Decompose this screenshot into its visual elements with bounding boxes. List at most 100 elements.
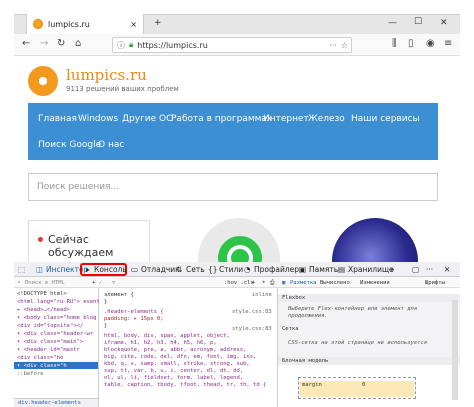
- menu-item-internet[interactable]: Интернет: [263, 114, 309, 124]
- add-node-icon[interactable]: +: [92, 280, 95, 286]
- minimize-button[interactable]: —: [388, 18, 397, 28]
- site-brand[interactable]: lumpics.ru: [66, 66, 147, 84]
- margin-top-value[interactable]: 0: [362, 382, 365, 388]
- new-tab-button[interactable]: +: [154, 18, 162, 28]
- html-line[interactable]: <div class="ho: [17, 355, 63, 361]
- tab-console[interactable]: Консоль: [94, 265, 127, 274]
- element-picker-icon[interactable]: ⬚: [18, 265, 25, 274]
- css-line[interactable]: padding: ▸ 15px 0;: [104, 316, 164, 322]
- css-pseudo-toggle[interactable]: :hov .cls: [224, 280, 254, 286]
- menu-item-other-os[interactable]: Другие ОС: [122, 114, 172, 124]
- html-line[interactable]: ▾ <div class="header-wr: [17, 331, 93, 337]
- page-actions-icon[interactable]: ···: [329, 41, 337, 50]
- add-rule-icon[interactable]: +: [252, 280, 255, 286]
- css-line[interactable]: ol, ul, li, fieldset, form, label, legen…: [104, 375, 243, 381]
- css-line[interactable]: kbd, q, s, samp, small, strike, strong, …: [104, 361, 250, 367]
- more-tabs-icon[interactable]: »: [390, 265, 395, 274]
- tab-changes[interactable]: Изменения: [360, 280, 390, 286]
- maximize-button[interactable]: ☐: [414, 17, 422, 27]
- css-line[interactable]: blockquote, pre, a, abbr, acronym, addre…: [104, 347, 246, 353]
- site-menu: Главная Windows Другие ОС Работа в прогр…: [28, 103, 438, 160]
- forward-arrow-icon[interactable]: →: [40, 38, 48, 49]
- info-icon[interactable]: ⓘ: [117, 40, 125, 51]
- css-line[interactable]: элемент {: [104, 292, 134, 298]
- css-filter-icon[interactable]: ▽: [112, 280, 115, 286]
- html-search-input[interactable]: Поиск в HTML: [25, 280, 65, 286]
- css-line[interactable]: table, caption, tbody, tfoot, thead, tr,…: [104, 382, 266, 388]
- light-dark-icon[interactable]: ☀: [262, 280, 265, 286]
- html-line[interactable]: <!DOCTYPE html>: [17, 291, 67, 297]
- memory-tab-icon[interactable]: ▣: [299, 265, 306, 274]
- html-line[interactable]: ▾ <div class="main">: [17, 339, 83, 345]
- css-line[interactable]: big, cite, code, del, dfn, em, font, img…: [104, 354, 256, 360]
- html-line[interactable]: <div id="topsite"></: [17, 323, 83, 329]
- tab-storage[interactable]: Хранилище: [348, 265, 394, 274]
- tab-close-icon[interactable]: ×: [130, 20, 137, 29]
- dock-icon[interactable]: ▢: [412, 265, 419, 274]
- profiler-tab-icon[interactable]: ◔: [244, 265, 251, 274]
- hamburger-menu-icon[interactable]: ≡: [444, 38, 452, 49]
- html-line[interactable]: ▸ <head>…</head>: [17, 307, 70, 313]
- css-source-inline[interactable]: inline: [252, 292, 272, 298]
- tab-layout[interactable]: Разметка: [290, 280, 317, 286]
- layout-pane-scrollbar[interactable]: [452, 300, 458, 400]
- home-icon[interactable]: ⌂: [75, 38, 81, 49]
- html-line[interactable]: ▾ <body class="home blog: [17, 315, 96, 321]
- tab-memory[interactable]: Память: [309, 265, 338, 274]
- html-line[interactable]: ▾ <header id="mastr: [17, 347, 80, 353]
- flexbox-title[interactable]: Flexbox: [282, 295, 305, 301]
- styles-tab-icon[interactable]: {}: [208, 265, 218, 274]
- tab-fonts[interactable]: Шрифты: [425, 280, 445, 286]
- breadcrumb[interactable]: div.header-elements: [18, 400, 81, 406]
- close-window-button[interactable]: ✕: [440, 18, 448, 28]
- html-line[interactable]: ::before: [17, 371, 44, 377]
- site-search-input[interactable]: Поиск решения...: [28, 173, 438, 201]
- orange-logo-icon[interactable]: [28, 66, 58, 96]
- print-icon[interactable]: ⎙: [270, 280, 274, 287]
- menu-item-programs[interactable]: Работа в программах: [171, 114, 272, 124]
- card-title[interactable]: Сейчас обсуждаем: [48, 233, 138, 259]
- bookmark-star-icon[interactable]: ☆: [341, 41, 348, 50]
- tab-network[interactable]: Сеть: [186, 265, 205, 274]
- eyedropper-icon[interactable]: ⁄: [100, 280, 101, 286]
- tab-computed[interactable]: Вычислено: [320, 280, 350, 286]
- reload-icon[interactable]: ↻: [57, 38, 65, 49]
- console-tab-icon[interactable]: ▸: [86, 265, 90, 274]
- css-line[interactable]: iframe, h1, h2, h3, h4, h5, h6, p,: [104, 340, 217, 346]
- tab-profiler[interactable]: Профайлер: [254, 265, 299, 274]
- layout-tab-icon[interactable]: ▣: [282, 280, 285, 286]
- inspector-tab-icon[interactable]: ◫: [36, 265, 43, 274]
- browser-tab[interactable]: lumpics.ru ×: [26, 14, 144, 34]
- storage-tab-icon[interactable]: ▤: [338, 265, 345, 274]
- network-tab-icon[interactable]: ⇅: [176, 265, 182, 274]
- boxmodel-title[interactable]: Блочная модель: [282, 358, 328, 364]
- tab-debugger[interactable]: Отладчик: [141, 265, 180, 274]
- menu-item-services[interactable]: Наши сервисы: [351, 114, 420, 124]
- tab-styles[interactable]: Стили: [219, 265, 243, 274]
- address-bar[interactable]: ⓘ 🔒︎ https://lumpics.ru ··· ☆: [112, 37, 352, 53]
- library-icon[interactable]: ⫼: [392, 38, 397, 49]
- css-line[interactable]: html, body, div, span, applet, object,: [104, 333, 230, 339]
- pane-divider-left[interactable]: [98, 288, 99, 407]
- grid-message: CSS-сетка на этой странице не использует…: [288, 340, 428, 346]
- css-source-file[interactable]: style.css:83: [232, 326, 272, 332]
- menu-item-home[interactable]: Главная: [38, 114, 77, 124]
- css-line[interactable]: .header-elements {: [104, 309, 164, 315]
- grid-title[interactable]: Сетка: [282, 326, 299, 332]
- menu-item-about[interactable]: О нас: [98, 140, 124, 150]
- menu-item-hardware[interactable]: Железо: [308, 114, 345, 124]
- menu-item-google-search[interactable]: Поиск Google: [38, 140, 101, 150]
- html-line[interactable]: <html lang="ru-RU"> event: [17, 299, 100, 305]
- back-arrow-icon[interactable]: ←: [22, 38, 30, 49]
- url-text[interactable]: https://lumpics.ru: [137, 41, 208, 50]
- menu-item-windows[interactable]: Windows: [78, 114, 118, 124]
- css-source-file[interactable]: style.css:83: [232, 309, 272, 315]
- devtools-close-icon[interactable]: ✕: [444, 265, 450, 274]
- account-icon[interactable]: ◉: [426, 38, 435, 49]
- html-line-selected[interactable]: ▾ <div class="h: [17, 363, 67, 369]
- debugger-tab-icon[interactable]: ▭: [131, 265, 138, 274]
- sidebar-icon[interactable]: ▯: [408, 38, 414, 49]
- devtools-menu-icon[interactable]: ···: [426, 265, 433, 274]
- css-line[interactable]: sup, tt, var, b, u, i, center, dl, dt, d…: [104, 368, 243, 374]
- flexbox-section-header[interactable]: [278, 294, 460, 302]
